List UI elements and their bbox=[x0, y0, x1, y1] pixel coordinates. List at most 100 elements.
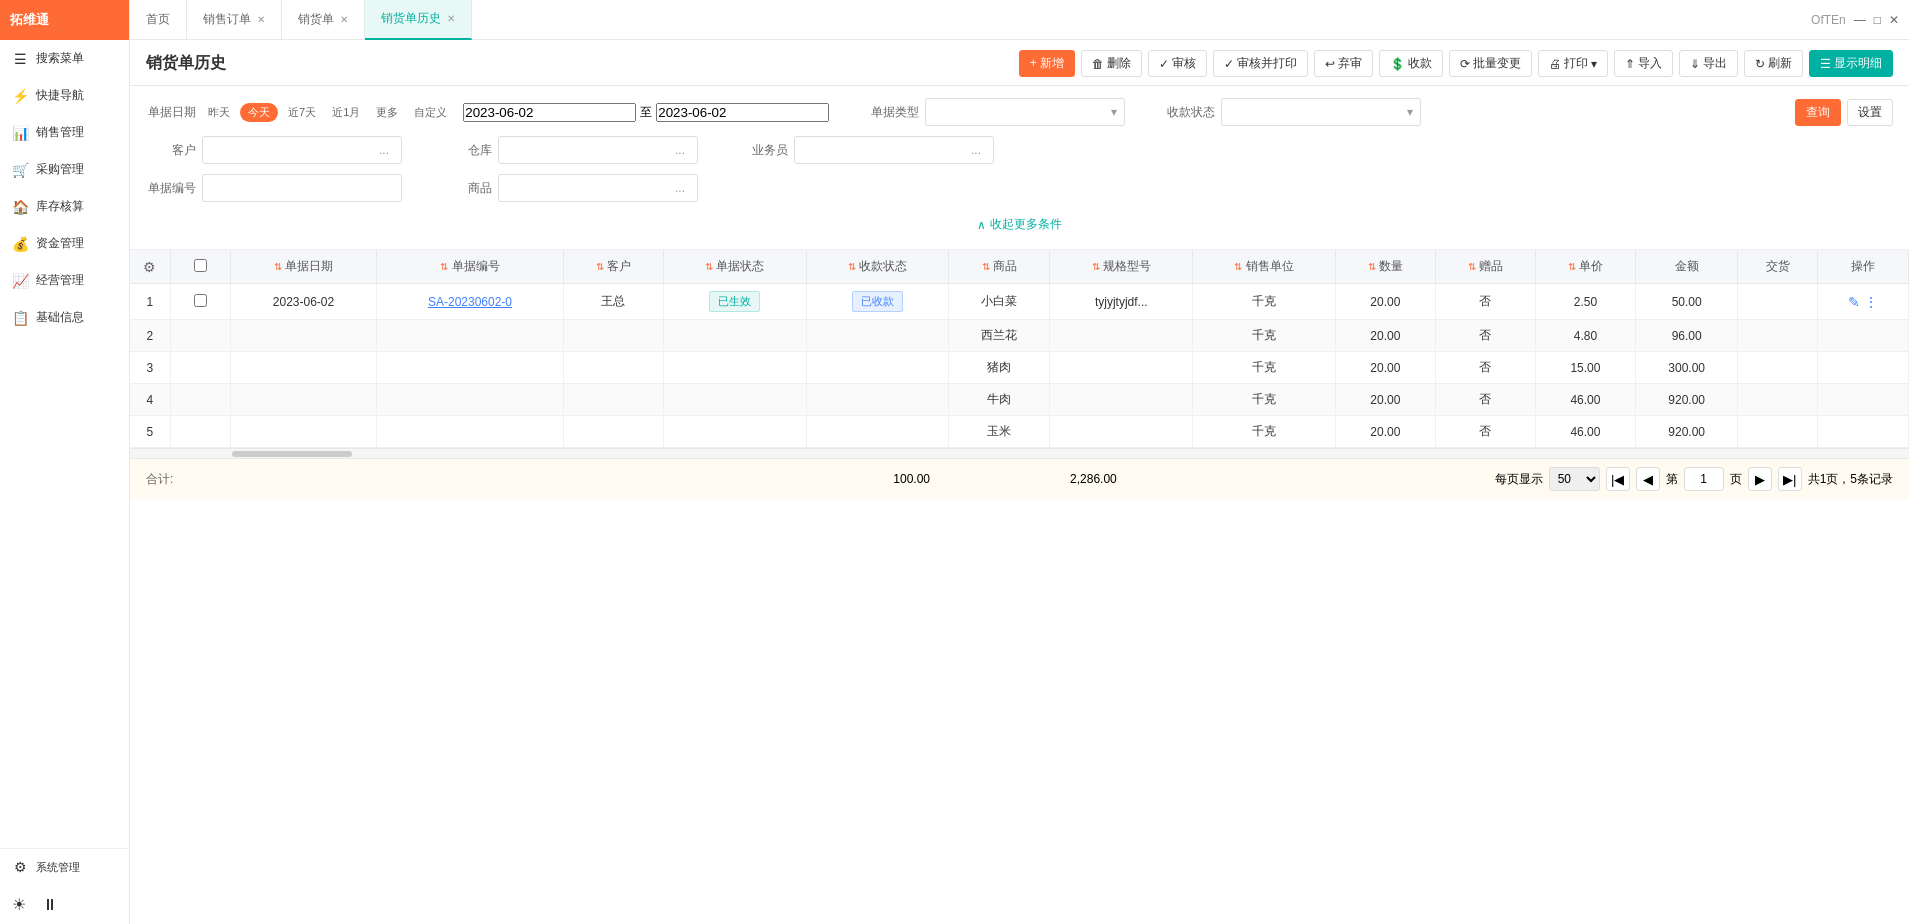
filter-collect-status: 收款状态 bbox=[1165, 98, 1421, 126]
col-spec-type[interactable]: ⇅ 规格型号 bbox=[1050, 250, 1193, 284]
goods-ellipsis[interactable]: ... bbox=[669, 179, 691, 197]
sidebar-item-inventory-calc[interactable]: 🏠 库存核算 bbox=[0, 188, 129, 225]
gear-icon[interactable]: ⚙ bbox=[143, 259, 156, 275]
doc-type-select[interactable] bbox=[925, 98, 1125, 126]
date-custom[interactable]: 自定义 bbox=[408, 103, 453, 122]
col-doc-status[interactable]: ⇅ 单据状态 bbox=[663, 250, 806, 284]
abandon-button[interactable]: ↩ 弃审 bbox=[1314, 50, 1373, 77]
tab-sales-history-close[interactable]: ✕ bbox=[447, 13, 455, 24]
col-doc-date[interactable]: ⇅ 单据日期 bbox=[230, 250, 376, 284]
date-today[interactable]: 今天 bbox=[240, 103, 278, 122]
sidebar-item-base-info[interactable]: 📋 基础信息 bbox=[0, 299, 129, 336]
sidebar-item-search-menu[interactable]: ☰ 搜索菜单 bbox=[0, 40, 129, 77]
row-doc-number[interactable] bbox=[377, 416, 564, 448]
sidebar-bottom: ⚙ 系统管理 ☀ ⏸ bbox=[0, 848, 129, 924]
sidebar-item-sys-mgmt[interactable]: ⚙ 系统管理 bbox=[0, 849, 129, 885]
row-doc-number[interactable]: SA-20230602-0 bbox=[377, 284, 564, 320]
date-from-input[interactable] bbox=[463, 103, 636, 122]
sidebar-item-sales-mgmt[interactable]: 📊 销售管理 bbox=[0, 114, 129, 151]
tab-sales-history[interactable]: 销货单历史 ✕ bbox=[365, 0, 472, 40]
tab-sales-order-close[interactable]: ✕ bbox=[257, 14, 265, 25]
goods-input[interactable] bbox=[499, 175, 669, 201]
delete-icon: 🗑 bbox=[1092, 57, 1104, 71]
tab-sales-order[interactable]: 销售订单 ✕ bbox=[187, 0, 282, 40]
first-page-btn[interactable]: |◀ bbox=[1606, 467, 1630, 491]
table-body: 1 2023-06-02 SA-20230602-0 王总 已生效 已收款 小白… bbox=[130, 284, 1909, 448]
import-button[interactable]: ⇑ 导入 bbox=[1614, 50, 1673, 77]
col-checkbox[interactable] bbox=[170, 250, 230, 284]
row-checkbox[interactable] bbox=[170, 384, 230, 416]
tab-sales-delivery[interactable]: 销货单 ✕ bbox=[282, 0, 365, 40]
sidebar-item-ops-mgmt[interactable]: 📈 经营管理 bbox=[0, 262, 129, 299]
delete-button[interactable]: 🗑 删除 bbox=[1081, 50, 1142, 77]
query-button[interactable]: 查询 bbox=[1795, 99, 1841, 126]
sidebar-item-finance-mgmt[interactable]: 💰 资金管理 bbox=[0, 225, 129, 262]
row-doc-number[interactable] bbox=[377, 320, 564, 352]
collect-status-select[interactable] bbox=[1221, 98, 1421, 126]
doc-number-link[interactable]: SA-20230602-0 bbox=[428, 295, 512, 309]
staff-ellipsis[interactable]: ... bbox=[965, 141, 987, 159]
staff-input[interactable] bbox=[795, 137, 965, 163]
edit-icon[interactable]: ✎ bbox=[1848, 294, 1860, 310]
date-to-input[interactable] bbox=[656, 103, 829, 122]
show-detail-button[interactable]: ☰ 显示明细 bbox=[1809, 50, 1893, 77]
select-all-checkbox[interactable] bbox=[194, 259, 207, 272]
customer-input[interactable] bbox=[203, 137, 373, 163]
sidebar-item-quick-nav[interactable]: ⚡ 快捷导航 bbox=[0, 77, 129, 114]
col-unit-price[interactable]: ⇅ 单价 bbox=[1535, 250, 1635, 284]
sidebar-item-purchase-mgmt[interactable]: 🛒 采购管理 bbox=[0, 151, 129, 188]
window-close[interactable]: ✕ bbox=[1889, 13, 1899, 27]
col-gift[interactable]: ⇅ 赠品 bbox=[1435, 250, 1535, 284]
total-label: 合计: bbox=[146, 471, 173, 488]
row-checkbox[interactable] bbox=[170, 352, 230, 384]
sidebar-bottom-action1[interactable]: ☀ ⏸ bbox=[0, 885, 129, 924]
row-quantity: 20.00 bbox=[1335, 352, 1435, 384]
warehouse-ellipsis[interactable]: ... bbox=[669, 141, 691, 159]
col-customer[interactable]: ⇅ 客户 bbox=[563, 250, 663, 284]
export-button[interactable]: ⇓ 导出 bbox=[1679, 50, 1738, 77]
window-maximize[interactable]: □ bbox=[1874, 13, 1881, 27]
row-transaction bbox=[1738, 416, 1818, 448]
prev-page-btn[interactable]: ◀ bbox=[1636, 467, 1660, 491]
new-button[interactable]: + 新增 bbox=[1019, 50, 1075, 77]
col-quantity[interactable]: ⇅ 数量 bbox=[1335, 250, 1435, 284]
row-doc-number[interactable] bbox=[377, 384, 564, 416]
customer-ellipsis[interactable]: ... bbox=[373, 141, 395, 159]
tab-home[interactable]: 首页 bbox=[130, 0, 187, 40]
audit-print-button[interactable]: ✓ 审核并打印 bbox=[1213, 50, 1308, 77]
warehouse-input[interactable] bbox=[499, 137, 669, 163]
tab-home-label: 首页 bbox=[146, 11, 170, 28]
next-page-btn[interactable]: ▶ bbox=[1748, 467, 1772, 491]
more-icon[interactable]: ⋮ bbox=[1864, 294, 1878, 310]
row-checkbox[interactable] bbox=[170, 416, 230, 448]
col-collect-status[interactable]: ⇅ 收款状态 bbox=[806, 250, 949, 284]
date-yesterday[interactable]: 昨天 bbox=[202, 103, 236, 122]
collapse-button[interactable]: ∧ 收起更多条件 bbox=[146, 212, 1893, 237]
date-more[interactable]: 更多 bbox=[370, 103, 404, 122]
audit-button[interactable]: ✓ 审核 bbox=[1148, 50, 1207, 77]
collect-button[interactable]: 💲 收款 bbox=[1379, 50, 1443, 77]
window-minimize[interactable]: — bbox=[1854, 13, 1866, 27]
refresh-button[interactable]: ↻ 刷新 bbox=[1744, 50, 1803, 77]
row-checkbox[interactable] bbox=[170, 284, 230, 320]
col-goods[interactable]: ⇅ 商品 bbox=[949, 250, 1050, 284]
sidebar: 拓维通 ☰ 搜索菜单 ⚡ 快捷导航 📊 销售管理 🛒 采购管理 🏠 库存核算 💰… bbox=[0, 0, 130, 924]
date-7days[interactable]: 近7天 bbox=[282, 103, 322, 122]
tab-sales-delivery-close[interactable]: ✕ bbox=[340, 14, 348, 25]
col-doc-number[interactable]: ⇅ 单据编号 bbox=[377, 250, 564, 284]
row-checkbox[interactable] bbox=[170, 320, 230, 352]
filter-date: 单据日期 昨天 今天 近7天 近1月 更多 自定义 至 bbox=[146, 103, 829, 122]
date-1month[interactable]: 近1月 bbox=[326, 103, 366, 122]
per-page-select[interactable]: 50 100 200 bbox=[1549, 467, 1600, 491]
doc-number-input[interactable] bbox=[202, 174, 402, 202]
last-page-btn[interactable]: ▶| bbox=[1778, 467, 1802, 491]
col-sales-unit[interactable]: ⇅ 销售单位 bbox=[1193, 250, 1336, 284]
batch-change-button[interactable]: ⟳ 批量变更 bbox=[1449, 50, 1532, 77]
settings-button[interactable]: 设置 bbox=[1847, 99, 1893, 126]
horizontal-scrollbar[interactable] bbox=[130, 448, 1909, 458]
page-number-input[interactable] bbox=[1684, 467, 1724, 491]
col-gear[interactable]: ⚙ bbox=[130, 250, 170, 284]
scroll-thumb[interactable] bbox=[232, 451, 352, 457]
print-button[interactable]: 🖨 打印 ▾ bbox=[1538, 50, 1608, 77]
row-doc-number[interactable] bbox=[377, 352, 564, 384]
